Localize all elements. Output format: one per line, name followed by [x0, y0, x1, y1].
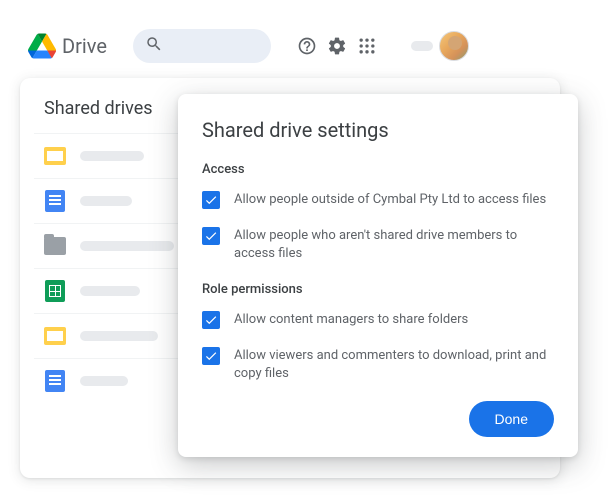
drive-logo-group[interactable]: Drive	[28, 32, 107, 60]
apps-icon[interactable]	[357, 36, 377, 56]
option-text: Allow content managers to share folders	[234, 311, 468, 329]
search-icon	[145, 35, 163, 58]
section-label: Role permissions	[202, 282, 554, 297]
drive-name-placeholder	[80, 286, 140, 296]
option-text: Allow people who aren't shared drive mem…	[234, 227, 554, 263]
section-label: Access	[202, 162, 554, 177]
checkbox[interactable]	[202, 191, 220, 209]
settings-icon[interactable]	[327, 36, 347, 56]
checkbox[interactable]	[202, 227, 220, 245]
setting-option: Allow content managers to share folders	[202, 311, 554, 329]
file-yellow-icon	[44, 145, 66, 167]
drive-name-placeholder	[80, 151, 144, 161]
setting-option: Allow people outside of Cymbal Pty Ltd t…	[202, 191, 554, 209]
drive-name-placeholder	[80, 331, 158, 341]
file-yellow-icon	[44, 325, 66, 347]
drive-logo-icon	[28, 32, 56, 60]
account-label-placeholder	[411, 41, 433, 51]
app-name: Drive	[62, 34, 107, 58]
shared-drive-settings-modal: Shared drive settings Access Allow people…	[178, 94, 578, 457]
option-text: Allow viewers and commenters to download…	[234, 347, 554, 383]
file-blue-icon	[44, 190, 66, 212]
checkbox[interactable]	[202, 347, 220, 365]
setting-option: Allow people who aren't shared drive mem…	[202, 227, 554, 263]
option-text: Allow people outside of Cymbal Pty Ltd t…	[234, 191, 546, 209]
avatar	[439, 31, 469, 61]
done-button[interactable]: Done	[469, 401, 554, 437]
drive-name-placeholder	[80, 241, 174, 251]
setting-option: Allow viewers and commenters to download…	[202, 347, 554, 383]
account-chip[interactable]	[401, 28, 473, 64]
search-input[interactable]	[133, 29, 271, 63]
checkbox[interactable]	[202, 311, 220, 329]
file-folder-icon	[44, 235, 66, 257]
modal-title: Shared drive settings	[202, 118, 554, 142]
file-blue-icon	[44, 370, 66, 392]
file-green-icon	[44, 280, 66, 302]
help-icon[interactable]	[297, 36, 317, 56]
drive-name-placeholder	[80, 376, 128, 386]
drive-name-placeholder	[80, 196, 132, 206]
